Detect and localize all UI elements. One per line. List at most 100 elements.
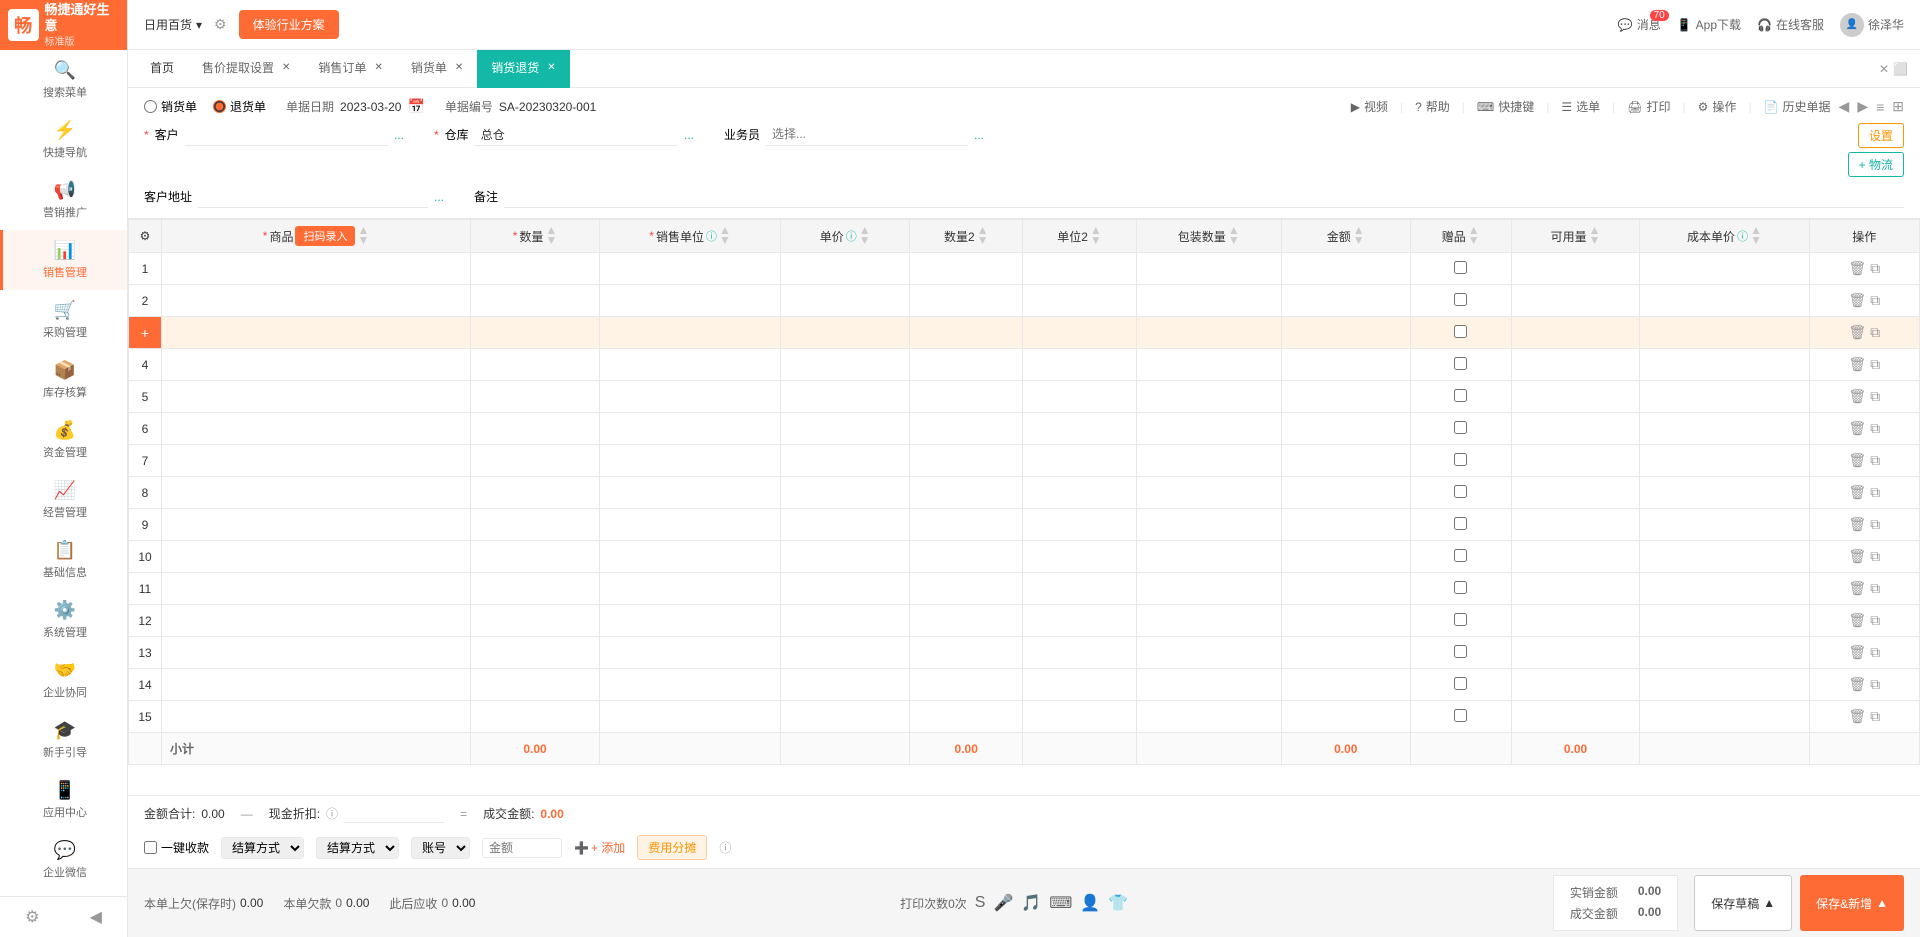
table-cell-unit-2[interactable] [599,285,780,317]
table-cell-available-15[interactable] [1511,701,1640,733]
table-cell-amount-4[interactable] [1281,349,1410,381]
radio-sale-return[interactable]: 退货单 [213,98,266,115]
table-cell-unit2-12[interactable] [1023,605,1136,637]
copy-row-btn-12[interactable]: ⧉ [1870,612,1880,629]
table-cell-qty-14[interactable] [471,669,600,701]
table-cell-amount-9[interactable] [1281,509,1410,541]
table-cell-available-14[interactable] [1511,669,1640,701]
table-cell-amount-1[interactable] [1281,253,1410,285]
table-cell-available-5[interactable] [1511,381,1640,413]
table-cell-cost-1[interactable] [1640,253,1809,285]
table-cell-product-4[interactable] [162,349,471,381]
table-cell-price-13[interactable] [781,637,910,669]
table-cell-packqty-12[interactable] [1136,605,1281,637]
table-cell-qty2-7[interactable] [910,445,1023,477]
table-cell-unit-5[interactable] [599,381,780,413]
copy-row-btn-15[interactable]: ⧉ [1870,708,1880,725]
table-cell-packqty-4[interactable] [1136,349,1281,381]
sidebar-item-system[interactable]: ⚙️ 系统管理 [0,590,127,650]
tab-close-sale-goods[interactable]: ✕ [455,62,463,73]
message-btn[interactable]: 💬 70 消息 [1618,16,1661,33]
gear-icon[interactable]: ⚙ [140,229,151,243]
table-cell-gift-8[interactable] [1410,477,1511,509]
gift-checkbox-4[interactable] [1454,357,1467,370]
app-download-btn[interactable]: 📱 App下载 [1677,16,1741,33]
gift-checkbox-9[interactable] [1454,517,1467,530]
tab-close-sale-price[interactable]: ✕ [282,62,290,73]
sidebar-item-wechat[interactable]: 💬 企业微信 [0,830,127,890]
logistics-btn[interactable]: + 物流 [1848,152,1904,177]
experience-btn[interactable]: 体验行业方案 [239,10,339,39]
table-cell-amount-15[interactable] [1281,701,1410,733]
table-cell-qty2-9[interactable] [910,509,1023,541]
table-cell-price-10[interactable] [781,541,910,573]
tab-sale-order[interactable]: 销售订单 ✕ [304,50,396,88]
tab-sale-goods[interactable]: 销货单 ✕ [397,50,477,88]
unit-info-icon[interactable]: ⓘ [706,228,717,244]
history-btn[interactable]: 📄 历史单据 [1764,98,1831,115]
scan-entry-btn[interactable]: 扫码录入 [295,226,355,246]
table-cell-cost-9[interactable] [1640,509,1809,541]
table-cell-amount-6[interactable] [1281,413,1410,445]
salesman-lookup-btn[interactable]: ... [974,128,984,142]
table-cell-unit2-6[interactable] [1023,413,1136,445]
table-cell-qty-13[interactable] [471,637,600,669]
print-btn[interactable]: 🖨 打印 [1627,98,1670,115]
table-cell-qty2-1[interactable] [910,253,1023,285]
table-cell-price-5[interactable] [781,381,910,413]
save-draft-btn[interactable]: 保存草稿 ▲ [1694,875,1792,931]
tab-close-sale-order[interactable]: ✕ [374,62,382,73]
table-cell-amount-7[interactable] [1281,445,1410,477]
table-cell-unit-13[interactable] [599,637,780,669]
help-btn[interactable]: ? 帮助 [1415,98,1450,115]
history-prev-btn[interactable]: ◀ [1839,98,1850,115]
table-cell-unit2-8[interactable] [1023,477,1136,509]
table-cell-packqty-3[interactable] [1136,317,1281,349]
table-cell-packqty-8[interactable] [1136,477,1281,509]
gift-checkbox-6[interactable] [1454,421,1467,434]
table-cell-qty-2[interactable] [471,285,600,317]
table-cell-available-6[interactable] [1511,413,1640,445]
table-cell-amount-2[interactable] [1281,285,1410,317]
table-cell-unit-12[interactable] [599,605,780,637]
delete-row-btn-6[interactable]: 🗑 [1848,420,1866,437]
copy-row-btn-11[interactable]: ⧉ [1870,580,1880,597]
delete-row-btn-1[interactable]: 🗑 [1848,260,1866,277]
sidebar-item-appstore[interactable]: 📱 应用中心 [0,770,127,830]
copy-row-btn-3[interactable]: ⧉ [1870,324,1880,341]
sidebar-settings-icon[interactable]: ⚙ [25,907,39,927]
table-cell-packqty-9[interactable] [1136,509,1281,541]
fee-info-icon[interactable]: ⓘ [719,839,731,856]
table-cell-cost-3[interactable] [1640,317,1809,349]
copy-row-btn-5[interactable]: ⧉ [1870,388,1880,405]
table-cell-cost-11[interactable] [1640,573,1809,605]
table-cell-amount-3[interactable] [1281,317,1410,349]
table-cell-packqty-14[interactable] [1136,669,1281,701]
table-cell-qty-11[interactable] [471,573,600,605]
tab-sale-price[interactable]: 售价提取设置 ✕ [188,50,304,88]
view-toggle-list[interactable]: ≡ [1876,99,1884,115]
sidebar-item-basic[interactable]: 📋 基础信息 [0,530,127,590]
table-cell-price-8[interactable] [781,477,910,509]
account-no-select[interactable]: 账号 [411,837,470,859]
table-cell-packqty-15[interactable] [1136,701,1281,733]
table-cell-available-11[interactable] [1511,573,1640,605]
table-cell-unit-7[interactable] [599,445,780,477]
table-cell-unit-8[interactable] [599,477,780,509]
sidebar-item-collab[interactable]: 🤝 企业协同 [0,650,127,710]
delete-row-btn-3[interactable]: 🗑 [1848,324,1866,341]
account-select[interactable]: 结算方式 [316,837,399,859]
table-cell-qty-5[interactable] [471,381,600,413]
table-cell-qty2-12[interactable] [910,605,1023,637]
table-cell-available-4[interactable] [1511,349,1640,381]
copy-row-btn-14[interactable]: ⧉ [1870,676,1880,693]
sidebar-item-marketing[interactable]: 📢 营销推广 [0,170,127,230]
discount-info-icon[interactable]: ⓘ [326,805,338,822]
table-cell-unit2-2[interactable] [1023,285,1136,317]
table-cell-available-8[interactable] [1511,477,1640,509]
table-cell-available-3[interactable] [1511,317,1640,349]
table-cell-available-7[interactable] [1511,445,1640,477]
operation-btn[interactable]: ⚙ 操作 [1698,98,1737,115]
table-cell-qty-10[interactable] [471,541,600,573]
gift-checkbox-7[interactable] [1454,453,1467,466]
